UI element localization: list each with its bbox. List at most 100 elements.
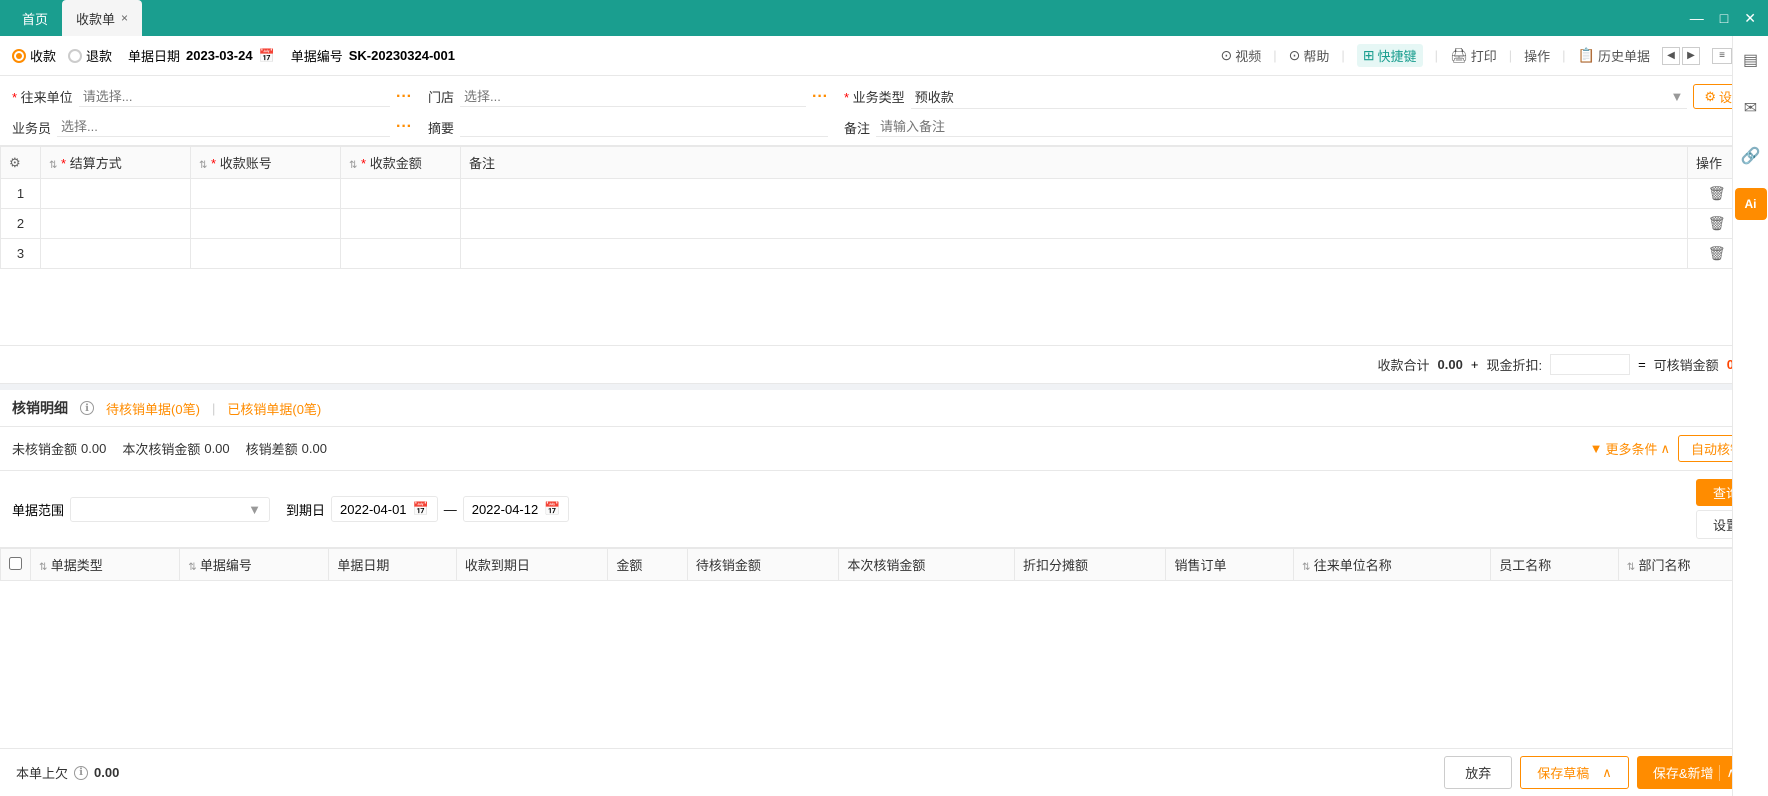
- row3-account[interactable]: [191, 239, 341, 269]
- calendar-icon[interactable]: 📅: [259, 48, 275, 64]
- row2-amount[interactable]: [341, 209, 461, 239]
- th-account: ⇅ * 收款账号: [191, 147, 341, 179]
- business-type-select[interactable]: 预收款 ▼: [911, 85, 1688, 109]
- main-content: 收款 退款 单据日期 2023-03-24 📅 单据编号 SK-20230324…: [0, 36, 1768, 796]
- staff-more-icon[interactable]: ···: [396, 118, 412, 136]
- date-dash: —: [444, 502, 457, 517]
- sep1: |: [1273, 48, 1276, 63]
- row2-remark[interactable]: [461, 209, 1688, 239]
- radio-receipt-label: 收款: [30, 46, 56, 65]
- form-header: 收款 退款 单据日期 2023-03-24 📅 单据编号 SK-20230324…: [0, 36, 1768, 76]
- row2-settle[interactable]: [41, 209, 191, 239]
- th-checkbox[interactable]: [1, 549, 31, 581]
- sidebar-table-icon[interactable]: ▤: [1735, 44, 1767, 76]
- remark-group: 备注: [844, 117, 1756, 137]
- history-btn[interactable]: 📋 历史单据: [1578, 46, 1650, 65]
- counterpart-more-icon[interactable]: ···: [396, 88, 412, 106]
- sidebar-ai-icon[interactable]: Ai: [1735, 188, 1767, 220]
- select-all-checkbox[interactable]: [9, 557, 22, 570]
- staff-label: 业务员: [12, 118, 51, 137]
- tab-receipt[interactable]: 收款单 ×: [62, 0, 142, 36]
- uncanceled-label: 未核销金额: [12, 439, 77, 458]
- video-btn[interactable]: ⊙ 视频: [1221, 46, 1262, 65]
- sidebar-email-icon[interactable]: ✉: [1735, 92, 1767, 124]
- tab-bar: 首页 收款单 × — □ ✕: [0, 0, 1768, 36]
- bottom-val: 0.00: [94, 765, 119, 780]
- row1-settle[interactable]: [41, 179, 191, 209]
- help-icon: ⊙: [1289, 47, 1301, 64]
- date-start-input[interactable]: 2022-04-01 📅: [331, 496, 438, 522]
- list-view-icon[interactable]: ≡: [1712, 48, 1732, 64]
- date-end-value: 2022-04-12: [472, 502, 539, 517]
- next-arrow[interactable]: ▶: [1682, 47, 1700, 65]
- row1-account[interactable]: [191, 179, 341, 209]
- stat-diff: 核销差额 0.00: [246, 439, 327, 458]
- radio-receipt[interactable]: 收款: [12, 46, 56, 65]
- radio-refund[interactable]: 退款: [68, 46, 112, 65]
- row1-delete-icon[interactable]: 🗑: [1708, 185, 1726, 202]
- save-draft-button[interactable]: 保存草稿 ∧: [1520, 756, 1629, 789]
- bottom-info: 本单上欠 ℹ 0.00: [16, 763, 119, 782]
- table-settings-icon[interactable]: ⚙: [9, 155, 21, 170]
- shortcut-btn[interactable]: ⊞ 快捷键: [1357, 44, 1423, 67]
- calendar-end-icon: 📅: [544, 501, 560, 517]
- row1-num: 1: [1, 179, 41, 209]
- save-draft-dropdown-icon[interactable]: ∧: [1595, 765, 1612, 781]
- print-btn[interactable]: 🖨 打印: [1450, 46, 1497, 65]
- stat-this-time: 本次核销金额 0.00: [122, 439, 229, 458]
- tab-close-icon[interactable]: ×: [121, 11, 128, 25]
- th-settings[interactable]: ⚙: [1, 147, 41, 179]
- filter-row: 单据范围 ▼ 到期日 2022-04-01 📅 — 2022-04-12 📅: [0, 471, 1768, 548]
- date-range-group: 到期日 2022-04-01 📅 — 2022-04-12 📅: [286, 496, 569, 522]
- action-btn[interactable]: 操作: [1524, 46, 1550, 65]
- available-label: 可核销金额: [1654, 355, 1719, 374]
- row3-delete-icon[interactable]: 🗑: [1708, 245, 1726, 262]
- minimize-button[interactable]: —: [1686, 10, 1708, 26]
- data-table-wrap: ⚙ ⇅ * 结算方式 ⇅ * 收款账号 ⇅ * 收款: [0, 146, 1768, 346]
- counterpart-input[interactable]: [79, 87, 390, 107]
- th-remark: 备注: [461, 147, 1688, 179]
- help-btn[interactable]: ⊙ 帮助: [1289, 46, 1330, 65]
- close-button[interactable]: ✕: [1740, 10, 1760, 27]
- store-input[interactable]: [460, 87, 806, 107]
- summary-group: 摘要: [428, 117, 828, 137]
- th-amount: 金额: [608, 549, 687, 581]
- form-row-1: 往来单位 ··· 门店 ··· 业务类型 预收款 ▼ ⚙ 设置: [12, 84, 1756, 109]
- bottom-info-label: 本单上欠: [16, 763, 68, 782]
- store-more-icon[interactable]: ···: [812, 88, 828, 106]
- summary-input[interactable]: [460, 117, 828, 137]
- filter-more-btn[interactable]: ▼ 更多条件 ∧: [1590, 439, 1670, 458]
- row3-settle[interactable]: [41, 239, 191, 269]
- sidebar-attach-icon[interactable]: 🔗: [1735, 140, 1767, 172]
- range-select[interactable]: ▼: [70, 497, 270, 522]
- row2-num: 2: [1, 209, 41, 239]
- bottom-info-icon[interactable]: ℹ: [74, 766, 88, 780]
- date-end-input[interactable]: 2022-04-12 📅: [463, 496, 570, 522]
- remark-input[interactable]: [876, 117, 1756, 137]
- store-label: 门店: [428, 87, 454, 106]
- discount-input[interactable]: [1550, 354, 1630, 375]
- row3-num: 3: [1, 239, 41, 269]
- row1-remark[interactable]: [461, 179, 1688, 209]
- section-stats: 未核销金额 0.00 本次核销金额 0.00 核销差额 0.00 ▼ 更多条件 …: [0, 427, 1768, 471]
- sep4: |: [1509, 48, 1512, 63]
- video-icon: ⊙: [1221, 47, 1233, 64]
- staff-input[interactable]: [57, 117, 390, 137]
- business-type-label: 业务类型: [844, 87, 905, 106]
- tab-home[interactable]: 首页: [8, 0, 62, 36]
- tab-done[interactable]: 已核销单据(0笔): [227, 399, 321, 418]
- row2-delete-icon[interactable]: 🗑: [1708, 215, 1726, 232]
- row1-amount[interactable]: [341, 179, 461, 209]
- range-select-arrow: ▼: [248, 502, 261, 517]
- th-sales-order: 销售订单: [1166, 549, 1294, 581]
- abandon-button[interactable]: 放弃: [1444, 756, 1512, 789]
- tab-pending[interactable]: 待核销单据(0笔): [106, 399, 200, 418]
- row3-remark[interactable]: [461, 239, 1688, 269]
- row3-amount[interactable]: [341, 239, 461, 269]
- maximize-button[interactable]: □: [1716, 10, 1732, 26]
- row2-account[interactable]: [191, 209, 341, 239]
- section-info-icon[interactable]: ℹ: [80, 401, 94, 415]
- business-type-value: 预收款: [915, 87, 954, 106]
- prev-arrow[interactable]: ◀: [1662, 47, 1680, 65]
- th-settle: ⇅ * 结算方式: [41, 147, 191, 179]
